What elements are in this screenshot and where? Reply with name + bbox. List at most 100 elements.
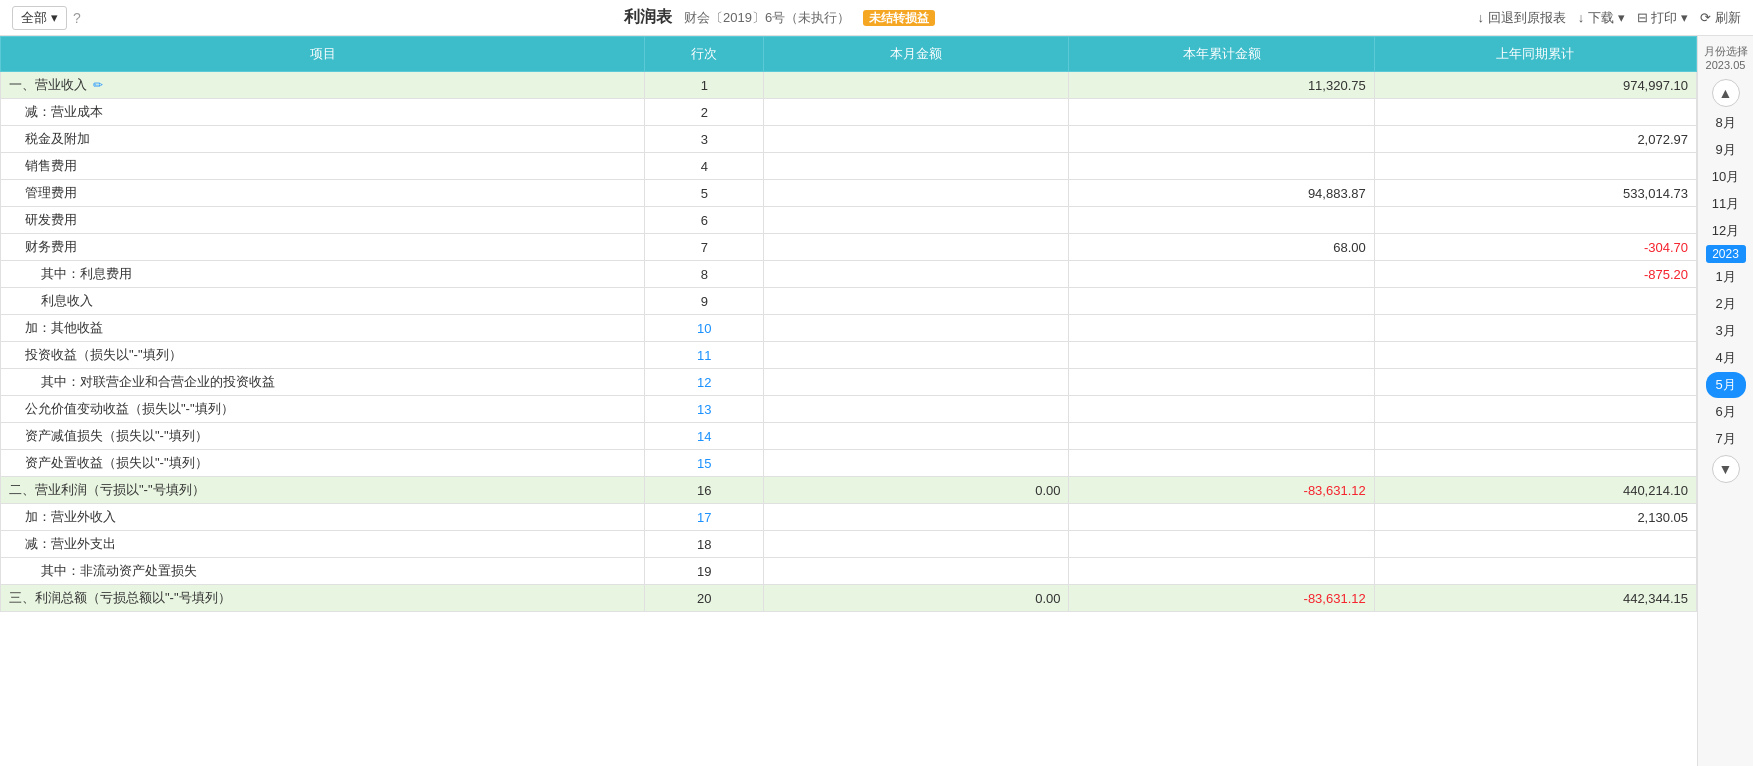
- rownum-cell[interactable]: 10: [645, 315, 764, 342]
- ytd-amount-cell: [1069, 369, 1374, 396]
- rownum-cell: 16: [645, 477, 764, 504]
- edit-icon[interactable]: ✏: [93, 78, 103, 92]
- report-table: 项目 行次 本月金额 本年累计金额 上年同期累计 一、营业收入✏111,320.…: [0, 36, 1697, 612]
- ytd-amount-cell: [1069, 99, 1374, 126]
- table-row: 财务费用768.00-304.70: [1, 234, 1697, 261]
- month-item[interactable]: 12月: [1706, 218, 1746, 244]
- table-header-row: 项目 行次 本月金额 本年累计金额 上年同期累计: [1, 37, 1697, 72]
- month-amount-cell: [764, 315, 1069, 342]
- download-button[interactable]: ↓ 下载 ▾: [1578, 9, 1625, 27]
- refresh-label: ⟳ 刷新: [1700, 9, 1741, 27]
- month-amount-cell: [764, 558, 1069, 585]
- prev-amount-cell: 440,214.10: [1374, 477, 1696, 504]
- table-row: 减：营业外支出18: [1, 531, 1697, 558]
- rownum-cell[interactable]: 12: [645, 369, 764, 396]
- item-cell: 财务费用: [1, 234, 645, 261]
- month-item[interactable]: 7月: [1706, 426, 1746, 452]
- rownum-cell: 1: [645, 72, 764, 99]
- table-row: 一、营业收入✏111,320.75974,997.10: [1, 72, 1697, 99]
- rownum-cell: 4: [645, 153, 764, 180]
- ytd-amount-cell: 11,320.75: [1069, 72, 1374, 99]
- month-item[interactable]: 9月: [1706, 137, 1746, 163]
- report-title: 利润表: [624, 8, 672, 25]
- rownum-cell[interactable]: 15: [645, 450, 764, 477]
- rownum-cell: 18: [645, 531, 764, 558]
- scope-dropdown[interactable]: 全部 ▾: [12, 6, 67, 30]
- month-sidebar-title: 月份选择2023.05: [1704, 40, 1748, 77]
- ytd-amount-cell: [1069, 531, 1374, 558]
- prev-amount-cell: [1374, 342, 1696, 369]
- month-item[interactable]: 8月: [1706, 110, 1746, 136]
- rownum-cell: 9: [645, 288, 764, 315]
- top-bar: 全部 ▾ ? 利润表 财会〔2019〕6号（未执行） 未结转损益 ↓ 回退到原报…: [0, 0, 1753, 36]
- item-cell: 三、利润总额（亏损总额以"-"号填列）: [1, 585, 645, 612]
- col-header-item: 项目: [1, 37, 645, 72]
- item-cell: 税金及附加: [1, 126, 645, 153]
- prev-amount-cell: 533,014.73: [1374, 180, 1696, 207]
- month-up-button[interactable]: ▲: [1712, 79, 1740, 107]
- item-cell: 加：其他收益: [1, 315, 645, 342]
- rownum-cell: 3: [645, 126, 764, 153]
- month-down-button[interactable]: ▼: [1712, 455, 1740, 483]
- rownum-cell: 20: [645, 585, 764, 612]
- month-item[interactable]: 1月: [1706, 264, 1746, 290]
- ytd-amount-cell: 94,883.87: [1069, 180, 1374, 207]
- month-item[interactable]: 5月: [1706, 372, 1746, 398]
- rownum-cell[interactable]: 11: [645, 342, 764, 369]
- month-item[interactable]: 11月: [1706, 191, 1746, 217]
- table-row: 税金及附加3 2,072.97: [1, 126, 1697, 153]
- back-label: ↓ 回退到原报表: [1478, 9, 1566, 27]
- sidebar-year: 2023.05: [1706, 59, 1746, 71]
- month-item[interactable]: 6月: [1706, 399, 1746, 425]
- main-layout: 项目 行次 本月金额 本年累计金额 上年同期累计 一、营业收入✏111,320.…: [0, 36, 1753, 766]
- table-row: 其中：利息费用8-875.20: [1, 261, 1697, 288]
- back-button[interactable]: ↓ 回退到原报表: [1478, 9, 1566, 27]
- ytd-amount-cell: [1069, 423, 1374, 450]
- status-badge: 未结转损益: [863, 10, 935, 26]
- table-container[interactable]: 项目 行次 本月金额 本年累计金额 上年同期累计 一、营业收入✏111,320.…: [0, 36, 1697, 766]
- prev-amount-cell: -875.20: [1374, 261, 1696, 288]
- refresh-button[interactable]: ⟳ 刷新: [1700, 9, 1741, 27]
- table-row: 销售费用4: [1, 153, 1697, 180]
- table-row: 其中：对联营企业和合营企业的投资收益12: [1, 369, 1697, 396]
- ytd-amount-cell: [1069, 261, 1374, 288]
- prev-amount-cell: [1374, 153, 1696, 180]
- item-cell: 公允价值变动收益（损失以"-"填列）: [1, 396, 645, 423]
- rownum-cell: 5: [645, 180, 764, 207]
- item-cell: 其中：对联营企业和合营企业的投资收益: [1, 369, 645, 396]
- rownum-cell[interactable]: 13: [645, 396, 764, 423]
- table-row: 投资收益（损失以"-"填列）11: [1, 342, 1697, 369]
- page-title-area: 利润表 财会〔2019〕6号（未执行） 未结转损益: [81, 7, 1478, 28]
- col-header-prev: 上年同期累计: [1374, 37, 1696, 72]
- item-cell: 加：营业外收入: [1, 504, 645, 531]
- table-row: 公允价值变动收益（损失以"-"填列）13: [1, 396, 1697, 423]
- item-cell: 研发费用: [1, 207, 645, 234]
- prev-amount-cell: [1374, 315, 1696, 342]
- month-amount-cell: [764, 423, 1069, 450]
- month-amount-cell: [764, 72, 1069, 99]
- help-icon[interactable]: ?: [73, 10, 81, 26]
- ytd-amount-cell: -83,631.12: [1069, 585, 1374, 612]
- scope-label: 全部: [21, 9, 47, 27]
- month-item[interactable]: 4月: [1706, 345, 1746, 371]
- table-row: 资产减值损失（损失以"-"填列）14: [1, 423, 1697, 450]
- table-row: 减：营业成本2: [1, 99, 1697, 126]
- item-cell: 减：营业成本: [1, 99, 645, 126]
- prev-amount-cell: [1374, 207, 1696, 234]
- ytd-amount-cell: 68.00: [1069, 234, 1374, 261]
- rownum-cell[interactable]: 17: [645, 504, 764, 531]
- prev-amount-cell: [1374, 288, 1696, 315]
- month-item[interactable]: 3月: [1706, 318, 1746, 344]
- print-button[interactable]: ⊟ 打印 ▾: [1637, 9, 1689, 27]
- item-cell: 销售费用: [1, 153, 645, 180]
- item-cell: 资产处置收益（损失以"-"填列）: [1, 450, 645, 477]
- month-item[interactable]: 2月: [1706, 291, 1746, 317]
- rownum-cell[interactable]: 14: [645, 423, 764, 450]
- year-label[interactable]: 2023: [1706, 245, 1746, 263]
- month-item[interactable]: 10月: [1706, 164, 1746, 190]
- prev-amount-cell: 2,072.97: [1374, 126, 1696, 153]
- month-amount-cell: [764, 342, 1069, 369]
- prev-amount-cell: 442,344.15: [1374, 585, 1696, 612]
- report-subtitle: 财会〔2019〕6号（未执行）: [684, 10, 850, 25]
- dropdown-arrow-icon: ▾: [51, 10, 58, 25]
